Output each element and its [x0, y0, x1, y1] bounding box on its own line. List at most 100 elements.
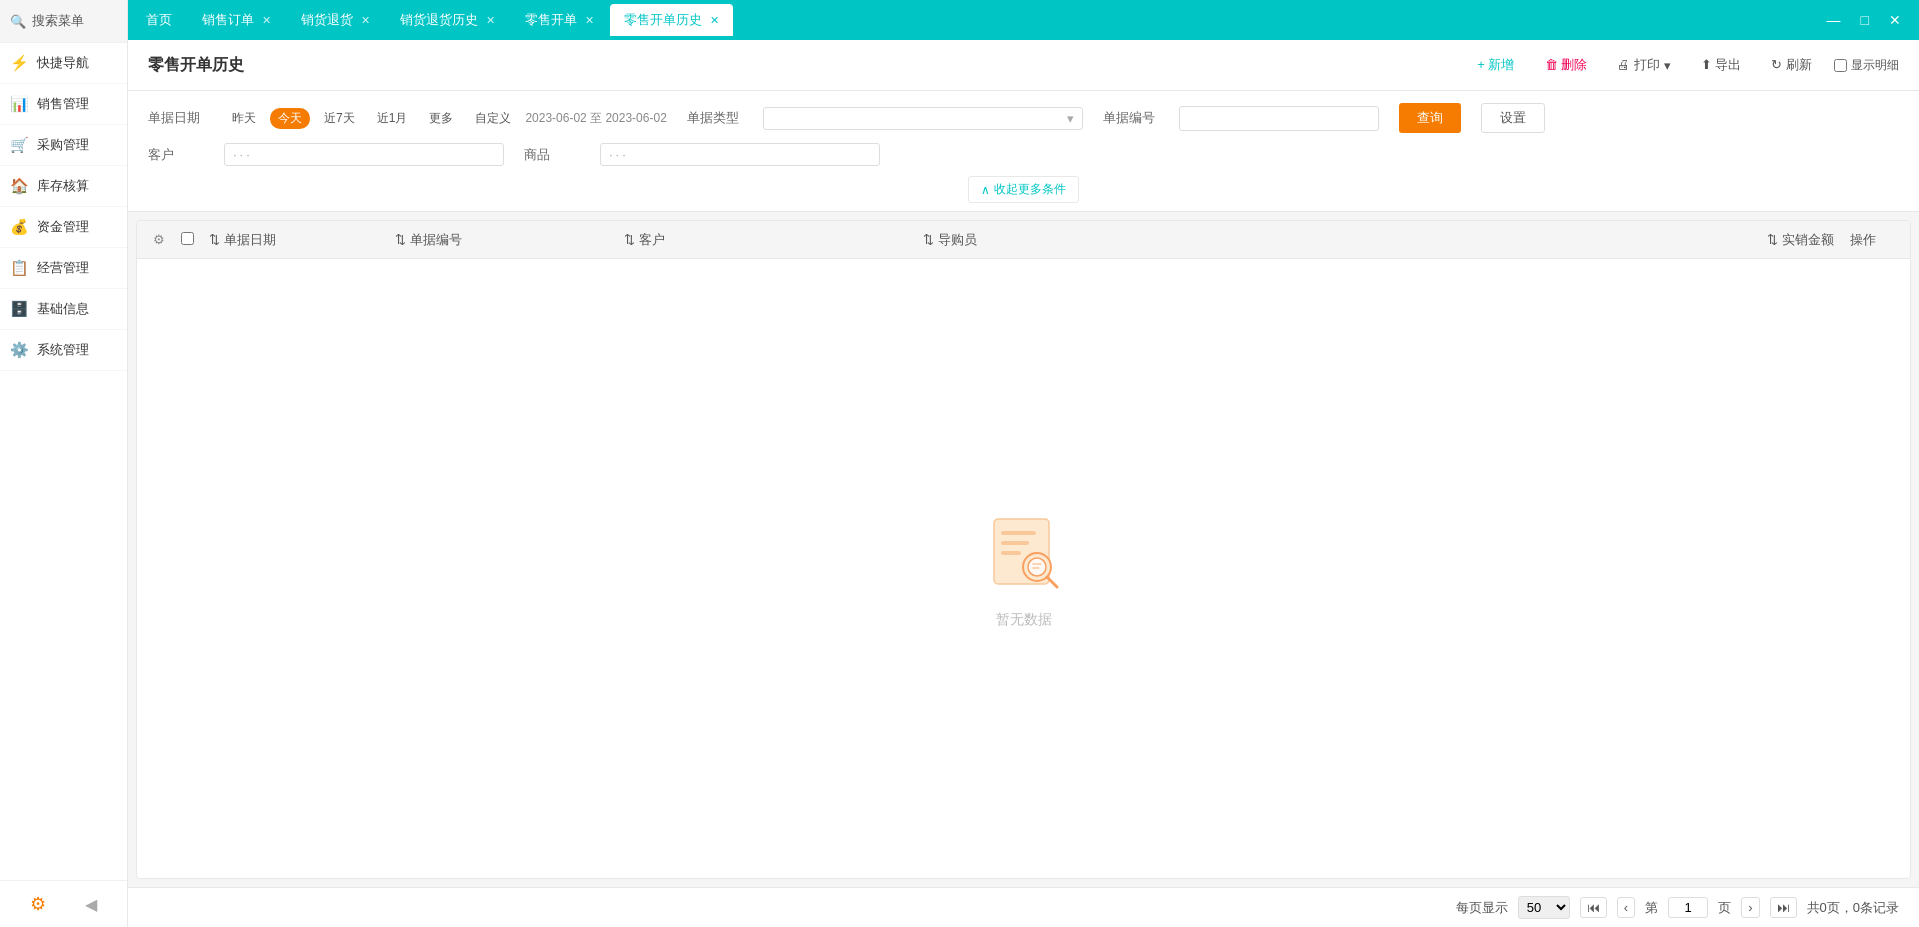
sidebar-item-purchase[interactable]: 🛒 采购管理	[0, 125, 127, 166]
display-detail-toggle[interactable]: 显示明细	[1834, 57, 1899, 74]
date-more-btn[interactable]: 更多	[421, 108, 461, 129]
tab-sales-order-label: 销售订单	[202, 11, 254, 29]
empty-state: 暂无数据	[137, 259, 1910, 878]
sidebar-nav-label: 快捷导航	[37, 54, 89, 72]
page-size-select[interactable]: 50 10 20 100	[1518, 896, 1570, 919]
select-all-checkbox[interactable]	[181, 232, 194, 245]
delete-button[interactable]: 🗑 删除	[1537, 52, 1596, 78]
tab-return[interactable]: 销货退货 ✕	[287, 4, 384, 36]
goods-select[interactable]: ···	[600, 143, 880, 166]
sidebar-finance-label: 资金管理	[37, 218, 89, 236]
filter-actions-row: ∧ 收起更多条件	[148, 176, 1899, 203]
display-detail-checkbox[interactable]	[1834, 59, 1847, 72]
date-custom-btn[interactable]: 自定义	[467, 108, 519, 129]
page-next-btn[interactable]: ›	[1741, 897, 1759, 918]
tab-retail[interactable]: 零售开单 ✕	[511, 4, 608, 36]
sidebar-item-nav[interactable]: ⚡ 快捷导航	[0, 43, 127, 84]
print-button[interactable]: 🖨 打印 ▾	[1609, 52, 1679, 78]
date-last7-btn[interactable]: 近7天	[316, 108, 363, 129]
per-page-label: 每页显示	[1456, 899, 1508, 917]
minimize-btn[interactable]: —	[1821, 10, 1847, 30]
sort-icon-amount[interactable]: ⇅	[1767, 232, 1778, 247]
tab-retail-history-close[interactable]: ✕	[710, 14, 719, 27]
print-label: 🖨 打印	[1617, 56, 1660, 74]
type-select[interactable]: ▾	[763, 107, 1083, 130]
sidebar-inventory-label: 库存核算	[37, 177, 89, 195]
date-yesterday-btn[interactable]: 昨天	[224, 108, 264, 129]
sidebar-search[interactable]: 🔍 搜索菜单	[0, 0, 127, 43]
filter-row-1: 单据日期 昨天 今天 近7天 近1月 更多 自定义 2023-06-02 至 2…	[148, 103, 1899, 133]
add-button[interactable]: + 新增	[1469, 52, 1522, 78]
page-last-btn[interactable]: ⏭	[1770, 897, 1797, 918]
main-area: 首页 销售订单 ✕ 销货退货 ✕ 销货退货历史 ✕ 零售开单 ✕ 零售开单历史 …	[128, 0, 1919, 927]
sidebar-item-inventory[interactable]: 🏠 库存核算	[0, 166, 127, 207]
sidebar-purchase-label: 采购管理	[37, 136, 89, 154]
sidebar-item-base[interactable]: 🗄️ 基础信息	[0, 289, 127, 330]
refresh-button[interactable]: ↻ 刷新	[1763, 52, 1820, 78]
tab-sales-order-close[interactable]: ✕	[262, 14, 271, 27]
date-today-btn[interactable]: 今天	[270, 108, 310, 129]
print-arrow-icon: ▾	[1664, 58, 1671, 73]
sidebar-operations-label: 经营管理	[37, 259, 89, 277]
page-label: 第	[1645, 899, 1658, 917]
tab-retail-history[interactable]: 零售开单历史 ✕	[610, 4, 733, 36]
th-action: 操作	[1842, 231, 1902, 249]
table-select-all[interactable]	[173, 232, 201, 248]
page-prev-btn[interactable]: ‹	[1617, 897, 1635, 918]
tab-home[interactable]: 首页	[132, 4, 186, 36]
svg-point-5	[1028, 558, 1046, 576]
type-filter-label: 单据类型	[687, 109, 743, 127]
sidebar-item-operations[interactable]: 📋 经营管理	[0, 248, 127, 289]
goods-dots: ···	[609, 147, 629, 162]
settings-button[interactable]: 设置	[1481, 103, 1545, 133]
date-last-month-btn[interactable]: 近1月	[369, 108, 416, 129]
sidebar-item-finance[interactable]: 💰 资金管理	[0, 207, 127, 248]
sort-icon-customer[interactable]: ⇅	[624, 232, 635, 247]
sort-icon-date[interactable]: ⇅	[209, 232, 220, 247]
sn-input[interactable]	[1179, 106, 1379, 131]
date-shortcuts: 昨天 今天 近7天 近1月 更多 自定义 2023-06-02 至 2023-0…	[224, 108, 667, 129]
filter-row-2: 客户 ··· 商品 ···	[148, 143, 1899, 166]
sidebar-collapse-icon[interactable]: ◀	[85, 895, 97, 914]
sidebar-item-system[interactable]: ⚙️ 系统管理	[0, 330, 127, 371]
customer-select[interactable]: ···	[224, 143, 504, 166]
sort-icon-guide[interactable]: ⇅	[923, 232, 934, 247]
system-icon: ⚙️	[10, 341, 29, 359]
sidebar-item-sales[interactable]: 📊 销售管理	[0, 84, 127, 125]
th-amount: ⇅ 实销金额	[1656, 231, 1842, 249]
content-area: 零售开单历史 + 新增 🗑 删除 🖨 打印 ▾ ⬆ 导出 ↻ 刷新 显示明细	[128, 40, 1919, 927]
page-first-btn[interactable]: ⏮	[1580, 897, 1607, 918]
page-summary: 共0页，0条记录	[1807, 899, 1899, 917]
query-button[interactable]: 查询	[1399, 103, 1461, 133]
tab-sales-order[interactable]: 销售订单 ✕	[188, 4, 285, 36]
collapse-btn[interactable]: ∧ 收起更多条件	[968, 176, 1079, 203]
type-arrow-icon: ▾	[1067, 111, 1074, 126]
page-input[interactable]	[1668, 897, 1708, 918]
close-btn[interactable]: ✕	[1883, 10, 1907, 30]
tab-return-label: 销货退货	[301, 11, 353, 29]
sidebar-system-label: 系统管理	[37, 341, 89, 359]
tab-return-history[interactable]: 销货退货历史 ✕	[386, 4, 509, 36]
sidebar-settings-icon[interactable]: ⚙	[30, 893, 46, 915]
inventory-icon: 🏠	[10, 177, 29, 195]
customer-dots: ···	[233, 147, 253, 162]
sidebar-bottom: ⚙ ◀	[0, 880, 127, 927]
window-controls: — □ ✕	[1821, 10, 1915, 30]
table-settings-icon[interactable]: ⚙	[145, 232, 173, 247]
table-header-row: ⚙ ⇅ 单据日期 ⇅ 单据编号 ⇅ 客户 ⇅ 导购员	[137, 221, 1910, 259]
tab-return-close[interactable]: ✕	[361, 14, 370, 27]
goods-filter-label: 商品	[524, 146, 580, 164]
maximize-btn[interactable]: □	[1855, 10, 1875, 30]
sort-icon-sn[interactable]: ⇅	[395, 232, 406, 247]
tab-retail-close[interactable]: ✕	[585, 14, 594, 27]
page-header: 零售开单历史 + 新增 🗑 删除 🖨 打印 ▾ ⬆ 导出 ↻ 刷新 显示明细	[128, 40, 1919, 91]
sidebar-sales-label: 销售管理	[37, 95, 89, 113]
base-icon: 🗄️	[10, 300, 29, 318]
search-icon: 🔍	[10, 14, 26, 29]
tab-return-history-close[interactable]: ✕	[486, 14, 495, 27]
sidebar-search-label: 搜索菜单	[32, 12, 84, 30]
th-date: ⇅ 单据日期	[201, 231, 387, 249]
display-detail-label-text: 显示明细	[1851, 57, 1899, 74]
toolbar: + 新增 🗑 删除 🖨 打印 ▾ ⬆ 导出 ↻ 刷新 显示明细	[1469, 52, 1899, 78]
export-button[interactable]: ⬆ 导出	[1693, 52, 1750, 78]
